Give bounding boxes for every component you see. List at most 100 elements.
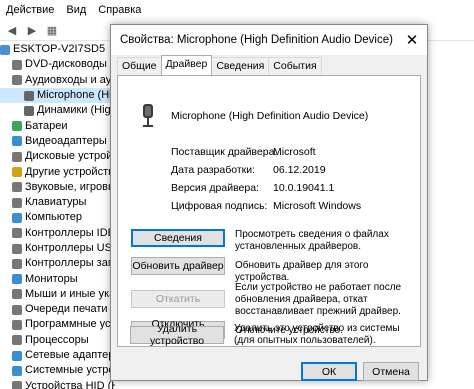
tree-item[interactable]: Контроллеры запоминаю: [0, 256, 115, 271]
device-category-icon: [12, 274, 22, 285]
device-category-icon: [24, 90, 34, 101]
tree-item-label: Аудиовходы и аудиовыходы: [25, 73, 115, 86]
tree-item[interactable]: Контроллеры USB: [0, 241, 115, 256]
dialog-title: Свойства: Microphone (High Definition Au…: [120, 34, 393, 46]
device-category-icon: [12, 182, 22, 193]
tree-item[interactable]: DVD-дисководы и дисководы: [0, 57, 115, 72]
back-icon[interactable]: ◀: [4, 23, 20, 37]
device-category-icon: [12, 167, 22, 178]
driver-details-button[interactable]: Сведения: [131, 229, 225, 247]
tree-item[interactable]: Мониторы: [0, 271, 115, 286]
close-icon[interactable]: ✕: [397, 25, 427, 55]
tab-driver[interactable]: Драйвер: [160, 55, 213, 75]
tree-item-label: Программные устройства: [25, 318, 115, 331]
tree-item-label: Мониторы: [25, 272, 78, 285]
tree-item-label: Контроллеры IDE ATA/AT: [25, 226, 115, 239]
tree-item-label: Устройства HID (Human: [25, 379, 115, 389]
device-category-icon: [24, 105, 34, 116]
tab-events[interactable]: События: [268, 57, 322, 75]
device-category-icon: [12, 136, 22, 147]
device-category-icon: [0, 44, 10, 55]
tree-item[interactable]: Системные устройства: [0, 363, 115, 378]
prop-label: Цифровая подпись:: [171, 200, 268, 212]
tree-item[interactable]: Контроллеры IDE ATA/AT: [0, 226, 115, 241]
device-category-icon: [12, 381, 22, 389]
tree-item-label: ESKTOP-V2I7SD5: [13, 43, 106, 56]
prop-value: Microsoft: [273, 146, 316, 158]
grid-icon[interactable]: ▦: [44, 23, 60, 37]
tree-item-label: Microphone (High Definition: [37, 89, 115, 102]
tree-item-label: Звуковые, игровые и вид: [25, 180, 115, 193]
tree-item[interactable]: Программные устройства: [0, 317, 115, 332]
tree-item[interactable]: Аудиовходы и аудиовыходы: [0, 73, 115, 88]
tree-item[interactable]: Процессоры: [0, 333, 115, 348]
prop-value: Microsoft Windows: [273, 200, 362, 212]
update-driver-desc: Обновить драйвер для этого устройства.: [235, 260, 369, 283]
prop-label: Дата разработки:: [171, 164, 256, 176]
tree-item[interactable]: Мыши и иные указыва: [0, 287, 115, 302]
uninstall-device-button[interactable]: Удалить устройство: [130, 323, 224, 347]
tree-item-label: Клавиатуры: [25, 196, 87, 209]
cancel-button[interactable]: Отмена: [363, 362, 419, 381]
device-category-icon: [12, 121, 22, 132]
forward-icon[interactable]: ▶: [24, 23, 40, 37]
driver-details-desc: Просмотреть сведения о файлах установлен…: [235, 229, 389, 252]
tree-item[interactable]: Дисковые устройства: [0, 149, 115, 164]
device-category-icon: [12, 212, 22, 223]
tree-item[interactable]: Очереди печати: [0, 302, 115, 317]
update-driver-button[interactable]: Обновить драйвер: [131, 257, 225, 275]
tree-item[interactable]: Видеоадаптеры: [0, 134, 115, 149]
tree-item-label: Системные устройства: [25, 364, 115, 377]
tree-item[interactable]: Звуковые, игровые и вид: [0, 180, 115, 195]
tree-item[interactable]: Сетевые адаптеры: [0, 348, 115, 363]
tree-item[interactable]: Другие устройства: [0, 164, 115, 179]
properties-dialog: Свойства: Microphone (High Definition Au…: [110, 24, 428, 381]
rollback-driver-button[interactable]: Откатить: [131, 290, 225, 308]
tree-item-label: Сетевые адаптеры: [25, 349, 115, 362]
tree-item-label: Батареи: [25, 119, 68, 132]
tree-item-label: Контроллеры USB: [25, 242, 115, 254]
tab-general[interactable]: Общие: [117, 57, 162, 75]
menu-bar: Действие Вид Справка: [0, 0, 474, 20]
tab-details[interactable]: Сведения: [211, 57, 270, 75]
menu-help[interactable]: Справка: [92, 0, 147, 20]
menu-view[interactable]: Вид: [60, 0, 92, 20]
device-name: Microphone (High Definition Audio Device…: [171, 110, 369, 122]
tree-item[interactable]: Устройства HID (Human: [0, 379, 115, 389]
tree-item-label: Компьютер: [25, 211, 82, 224]
device-category-icon: [12, 319, 22, 330]
device-category-icon: [12, 197, 22, 208]
tree-item-label: Очереди печати: [25, 303, 108, 316]
tree-item-label: Процессоры: [25, 333, 89, 346]
tree-item[interactable]: ESKTOP-V2I7SD5: [0, 42, 115, 57]
tree-item[interactable]: Компьютер: [0, 210, 115, 225]
menu-action[interactable]: Действие: [0, 0, 60, 20]
tree-item-label: Другие устройства: [25, 165, 115, 178]
tab-strip: Общие Драйвер Сведения События: [117, 55, 322, 75]
prop-label: Поставщик драйвера:: [171, 146, 278, 158]
device-category-icon: [12, 59, 22, 70]
device-category-icon: [12, 243, 22, 254]
device-category-icon: [12, 258, 22, 269]
driver-panel: Microphone (High Definition Audio Device…: [117, 75, 421, 347]
prop-value: 06.12.2019: [273, 164, 326, 176]
device-category-icon: [12, 228, 22, 239]
tree-item[interactable]: Клавиатуры: [0, 195, 115, 210]
device-category-icon: [12, 350, 22, 361]
device-category-icon: [12, 365, 22, 376]
ok-button[interactable]: ОК: [301, 362, 357, 381]
microphone-icon: [143, 104, 153, 127]
tree-item-label: Видеоадаптеры: [25, 134, 107, 147]
device-tree: ESKTOP-V2I7SD5 DVD-дисководы и дисководы А…: [0, 42, 115, 389]
device-category-icon: [12, 335, 22, 346]
device-category-icon: [12, 75, 22, 86]
device-category-icon: [12, 304, 22, 315]
tree-item-label: Дисковые устройства: [25, 150, 115, 163]
tree-item[interactable]: Microphone (High Definition: [0, 87, 115, 104]
tree-item[interactable]: Динамики (High Definition: [0, 103, 115, 118]
uninstall-device-desc: Удалить это устройство из системы (для о…: [234, 323, 400, 346]
tree-item-label: Мыши и иные указыва: [25, 287, 115, 300]
prop-value: 10.0.19041.1: [273, 182, 335, 194]
tree-item[interactable]: Батареи: [0, 118, 115, 133]
device-category-icon: [12, 289, 22, 300]
